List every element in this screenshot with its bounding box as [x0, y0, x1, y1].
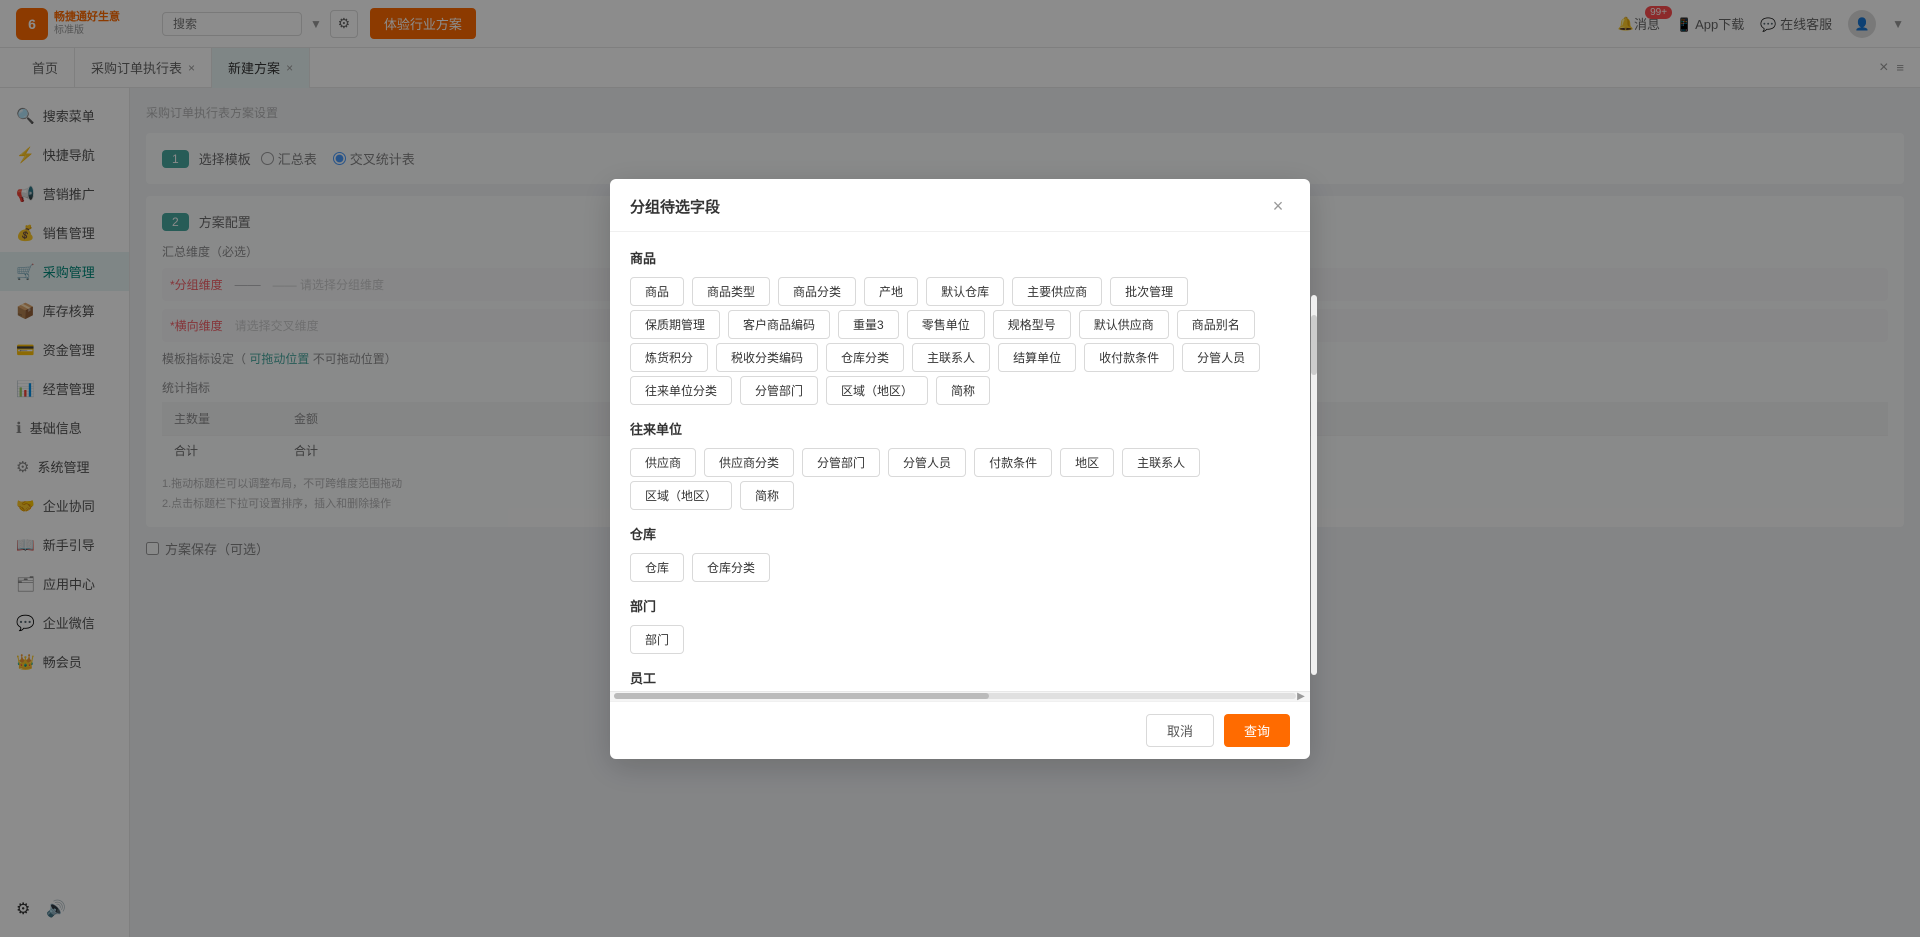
field-tag[interactable]: 简称 [740, 481, 794, 510]
confirm-button[interactable]: 查询 [1224, 714, 1290, 747]
field-tag[interactable]: 客户商品编码 [728, 310, 830, 339]
section-title-goods: 商品 [630, 248, 1290, 267]
modal-horizontal-scrollbar[interactable]: ▶ [610, 691, 1310, 701]
field-tag[interactable]: 批次管理 [1110, 277, 1188, 306]
fields-row-partners-1: 供应商 供应商分类 分管部门 分管人员 付款条件 地区 主联系人 [630, 448, 1290, 477]
fields-row-goods-4: 往来单位分类 分管部门 区域（地区） 简称 [630, 376, 1290, 405]
modal-close-button[interactable]: × [1266, 195, 1290, 219]
field-tag[interactable]: 供应商 [630, 448, 696, 477]
scrollbar-track [614, 693, 1296, 699]
section-title-staff: 员工 [630, 668, 1290, 687]
field-tag[interactable]: 收付款条件 [1084, 343, 1174, 372]
fields-row-goods-2: 保质期管理 客户商品编码 重量3 零售单位 规格型号 默认供应商 商品别名 [630, 310, 1290, 339]
modal-vertical-scrollbar[interactable] [1310, 295, 1318, 675]
section-title-warehouse: 仓库 [630, 524, 1290, 543]
modal-header: 分组待选字段 × [610, 179, 1310, 232]
field-tag[interactable]: 商品分类 [778, 277, 856, 306]
field-tag[interactable]: 重量3 [838, 310, 899, 339]
field-tag[interactable]: 付款条件 [974, 448, 1052, 477]
field-tag[interactable]: 地区 [1060, 448, 1114, 477]
modal-title: 分组待选字段 [630, 196, 720, 217]
field-tag[interactable]: 默认仓库 [926, 277, 1004, 306]
field-tag[interactable]: 部门 [630, 625, 684, 654]
fields-row-dept: 部门 [630, 625, 1290, 654]
field-tag[interactable]: 供应商分类 [704, 448, 794, 477]
fields-row-partners-2: 区域（地区） 简称 [630, 481, 1290, 510]
field-tag[interactable]: 结算单位 [998, 343, 1076, 372]
field-tag[interactable]: 主要供应商 [1012, 277, 1102, 306]
field-tag[interactable]: 简称 [936, 376, 990, 405]
section-title-dept: 部门 [630, 596, 1290, 615]
field-tag[interactable]: 主联系人 [912, 343, 990, 372]
field-tag[interactable]: 仓库 [630, 553, 684, 582]
scrollbar-thumb [614, 693, 989, 699]
v-scrollbar-thumb [1311, 315, 1317, 375]
field-tag[interactable]: 规格型号 [993, 310, 1071, 339]
fields-row-goods-3: 炼货积分 税收分类编码 仓库分类 主联系人 结算单位 收付款条件 分管人员 [630, 343, 1290, 372]
cancel-button[interactable]: 取消 [1146, 714, 1214, 747]
fields-row-goods-1: 商品 商品类型 商品分类 产地 默认仓库 主要供应商 批次管理 [630, 277, 1290, 306]
modal-overlay: 分组待选字段 × 商品 商品 商品类型 商品分类 产地 默认仓库 主要供应商 批… [0, 0, 1920, 937]
field-tag[interactable]: 往来单位分类 [630, 376, 732, 405]
field-tag[interactable]: 零售单位 [907, 310, 985, 339]
field-tag[interactable]: 税收分类编码 [716, 343, 818, 372]
field-tag[interactable]: 仓库分类 [826, 343, 904, 372]
field-tag[interactable]: 商品类型 [692, 277, 770, 306]
v-scrollbar-track [1311, 295, 1317, 675]
field-tag[interactable]: 产地 [864, 277, 918, 306]
field-tag[interactable]: 区域（地区） [630, 481, 732, 510]
field-tag[interactable]: 主联系人 [1122, 448, 1200, 477]
field-tag[interactable]: 分管部门 [740, 376, 818, 405]
modal-body: 商品 商品 商品类型 商品分类 产地 默认仓库 主要供应商 批次管理 保质期管理… [610, 232, 1310, 691]
scroll-right-arrow[interactable]: ▶ [1296, 691, 1306, 701]
field-tag[interactable]: 分管人员 [888, 448, 966, 477]
section-title-partners: 往来单位 [630, 419, 1290, 438]
field-tag[interactable]: 区域（地区） [826, 376, 928, 405]
field-tag[interactable]: 商品 [630, 277, 684, 306]
fields-row-warehouse: 仓库 仓库分类 [630, 553, 1290, 582]
field-tag[interactable]: 仓库分类 [692, 553, 770, 582]
modal-footer: 取消 查询 [610, 701, 1310, 759]
field-tag[interactable]: 默认供应商 [1079, 310, 1169, 339]
field-tag[interactable]: 商品别名 [1177, 310, 1255, 339]
field-tag[interactable]: 保质期管理 [630, 310, 720, 339]
field-tag[interactable]: 分管部门 [802, 448, 880, 477]
field-tag[interactable]: 炼货积分 [630, 343, 708, 372]
field-tag[interactable]: 分管人员 [1182, 343, 1260, 372]
modal: 分组待选字段 × 商品 商品 商品类型 商品分类 产地 默认仓库 主要供应商 批… [610, 179, 1310, 759]
